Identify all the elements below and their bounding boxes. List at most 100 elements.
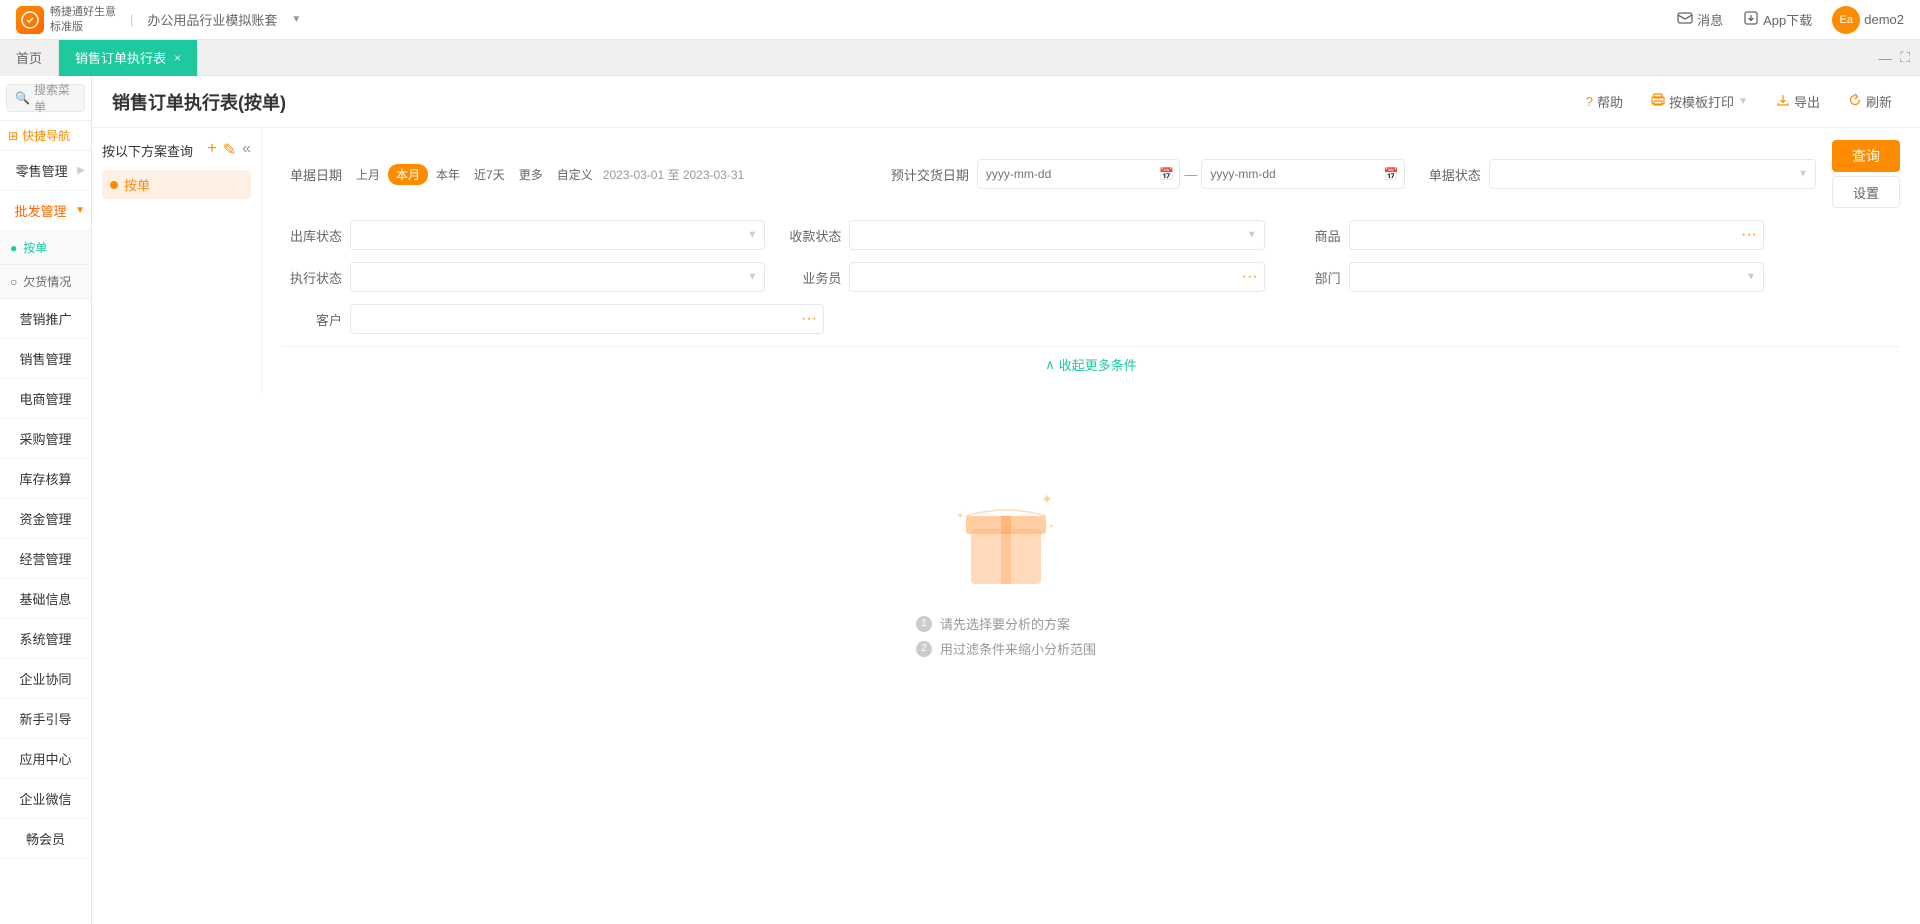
export-icon — [1776, 93, 1790, 110]
collapse-more-btn[interactable]: ∧ 收起更多条件 — [282, 346, 1900, 382]
tab-home[interactable]: 首页 — [0, 40, 59, 76]
sidebar-item-inventory[interactable]: 库存核算 — [0, 459, 91, 499]
export-btn[interactable]: 导出 — [1768, 88, 1828, 115]
scheme-item-by-order[interactable]: 按单 — [102, 170, 251, 199]
goods-input[interactable] — [1349, 220, 1735, 250]
filter-ship-status: 出库状态 ▼ — [282, 220, 765, 250]
sidebar-sub-by-order[interactable]: ● 按单 — [0, 231, 91, 265]
department-label: 部门 — [1281, 268, 1341, 287]
step-2-num: 2 — [916, 641, 932, 657]
sidebar-item-ecommerce[interactable]: 电商管理 — [0, 379, 91, 419]
tab-bar: 首页 销售订单执行表 × — ⛶ — [0, 40, 1920, 76]
breadcrumb-dropdown-icon[interactable]: ▼ — [291, 14, 301, 25]
customer-control: ··· — [350, 304, 824, 334]
tab-minimize-icon[interactable]: — — [1878, 50, 1892, 66]
scheme-edit-icon[interactable]: ✎ — [223, 140, 236, 160]
sidebar-item-appcenter[interactable]: 应用中心 — [0, 739, 91, 779]
sidebar-search-btn[interactable]: 🔍 搜索菜单 — [6, 84, 85, 112]
sub-owe-label: 欠货情况 — [23, 273, 71, 290]
print-btn[interactable]: 按模板打印 ▼ — [1643, 88, 1756, 115]
sidebar-item-wechat[interactable]: 企业微信 — [0, 779, 91, 819]
date-opt-custom[interactable]: 自定义 — [551, 164, 599, 185]
sidebar-item-sales[interactable]: 销售管理 — [0, 339, 91, 379]
svg-text:✦: ✦ — [1048, 522, 1055, 531]
help-btn[interactable]: ? 帮助 — [1578, 88, 1631, 115]
empty-step1-label: 请先选择要分析的方案 — [940, 614, 1070, 633]
user-area[interactable]: Ea demo2 — [1832, 6, 1904, 34]
expected-date-end-wrapper: 📅 — [1201, 159, 1404, 189]
search-label: 搜索菜单 — [34, 81, 76, 115]
app-download-action[interactable]: App下载 — [1743, 10, 1812, 29]
filter-row-4: 客户 ··· — [282, 304, 1900, 334]
sidebar-item-member[interactable]: 畅会员 — [0, 819, 91, 859]
expected-date-end[interactable] — [1201, 159, 1404, 189]
scheme-add-icon[interactable]: + — [207, 140, 216, 160]
help-icon: ? — [1586, 94, 1593, 109]
sidebar-item-marketing[interactable]: 营销推广 — [0, 299, 91, 339]
breadcrumb-title: 办公用品行业模拟账套 — [147, 10, 277, 29]
user-avatar: Ea — [1832, 6, 1860, 34]
doc-status-select[interactable] — [1489, 159, 1816, 189]
sidebar-finance-label: 资金管理 — [6, 509, 85, 528]
date-options: 上月 本月 本年 近7天 更多 自定义 — [350, 164, 599, 185]
expected-date-start[interactable] — [977, 159, 1180, 189]
date-opt-this-month[interactable]: 本月 — [388, 164, 428, 185]
sidebar-item-retail[interactable]: 零售管理 ▶ — [0, 151, 91, 191]
sidebar-item-finance[interactable]: 资金管理 — [0, 499, 91, 539]
receive-status-control: ▼ — [849, 220, 1264, 250]
customer-dots-icon[interactable]: ··· — [795, 304, 824, 334]
ship-status-select[interactable] — [350, 220, 765, 250]
scheme-panel-actions: + ✎ « — [207, 140, 251, 160]
scheme-item-dot — [110, 181, 118, 189]
app-download-icon — [1743, 10, 1759, 29]
date-opt-7days[interactable]: 近7天 — [468, 164, 511, 185]
sidebar-ecommerce-label: 电商管理 — [6, 389, 85, 408]
sidebar-item-newbie[interactable]: 新手引导 — [0, 699, 91, 739]
expected-date-label: 预计交货日期 — [891, 165, 969, 184]
tab-sales-order[interactable]: 销售订单执行表 × — [59, 40, 198, 76]
collapse-more-label: 收起更多条件 — [1059, 355, 1137, 374]
filter-goods: 商品 ··· — [1281, 220, 1764, 250]
salesperson-dots-icon[interactable]: ··· — [1236, 262, 1265, 292]
sidebar-basic-label: 基础信息 — [6, 589, 85, 608]
sidebar-inventory-label: 库存核算 — [6, 469, 85, 488]
sidebar-enterprise-label: 企业协同 — [6, 669, 85, 688]
content-area: 销售订单执行表(按单) ? 帮助 — [92, 76, 1920, 924]
tab-maximize-icon[interactable]: ⛶ — [1900, 49, 1910, 66]
settings-btn[interactable]: 设置 — [1832, 176, 1900, 208]
goods-control: ··· — [1349, 220, 1764, 250]
customer-input[interactable] — [350, 304, 795, 334]
salesperson-input[interactable] — [849, 262, 1235, 292]
sidebar-item-enterprise[interactable]: 企业协同 — [0, 659, 91, 699]
sidebar-quick-nav[interactable]: ⊞ 快捷导航 — [0, 121, 91, 151]
sidebar-marketing-label: 营销推广 — [6, 309, 85, 328]
tab-close-icon[interactable]: × — [174, 51, 181, 65]
sidebar-sub-owe[interactable]: ○ 欠货情况 — [0, 265, 91, 299]
date-opt-more[interactable]: 更多 — [513, 164, 549, 185]
department-select[interactable] — [1349, 262, 1764, 292]
date-opt-this-year[interactable]: 本年 — [430, 164, 466, 185]
search-btn[interactable]: 查询 — [1832, 140, 1900, 172]
refresh-btn[interactable]: 刷新 — [1840, 88, 1900, 115]
exec-status-select[interactable] — [350, 262, 765, 292]
filter-date: 单据日期 上月 本月 本年 近7天 更多 自定义 20 — [282, 164, 875, 185]
doc-status-label: 单据状态 — [1421, 165, 1481, 184]
sidebar-item-operation[interactable]: 经营管理 — [0, 539, 91, 579]
sidebar-item-wholesale[interactable]: 批发管理 ▼ — [0, 191, 91, 231]
sidebar-item-purchase[interactable]: 采购管理 — [0, 419, 91, 459]
step-1-num: 1 — [916, 616, 932, 632]
sidebar-wholesale-sub: ● 按单 ○ 欠货情况 — [0, 231, 91, 299]
date-label: 单据日期 — [282, 165, 342, 184]
sidebar: 🔍 搜索菜单 ⊞ 快捷导航 零售管理 ▶ 批发管理 ▼ ● 按单 ○ 欠货情况 — [0, 76, 92, 924]
logo-area: 畅捷通好生意 标准版 — [16, 5, 116, 34]
main-filter-section: 单据日期 上月 本月 本年 近7天 更多 自定义 20 — [262, 128, 1920, 394]
sidebar-retail-arrow: ▶ — [77, 165, 85, 176]
search-icon: 🔍 — [15, 91, 30, 105]
message-action[interactable]: 消息 — [1677, 10, 1723, 29]
sidebar-item-system[interactable]: 系统管理 — [0, 619, 91, 659]
goods-dots-icon[interactable]: ··· — [1735, 220, 1764, 250]
receive-status-select[interactable] — [849, 220, 1264, 250]
sidebar-item-basic[interactable]: 基础信息 — [0, 579, 91, 619]
date-opt-last-month[interactable]: 上月 — [350, 164, 386, 185]
scheme-collapse-icon[interactable]: « — [242, 140, 251, 160]
